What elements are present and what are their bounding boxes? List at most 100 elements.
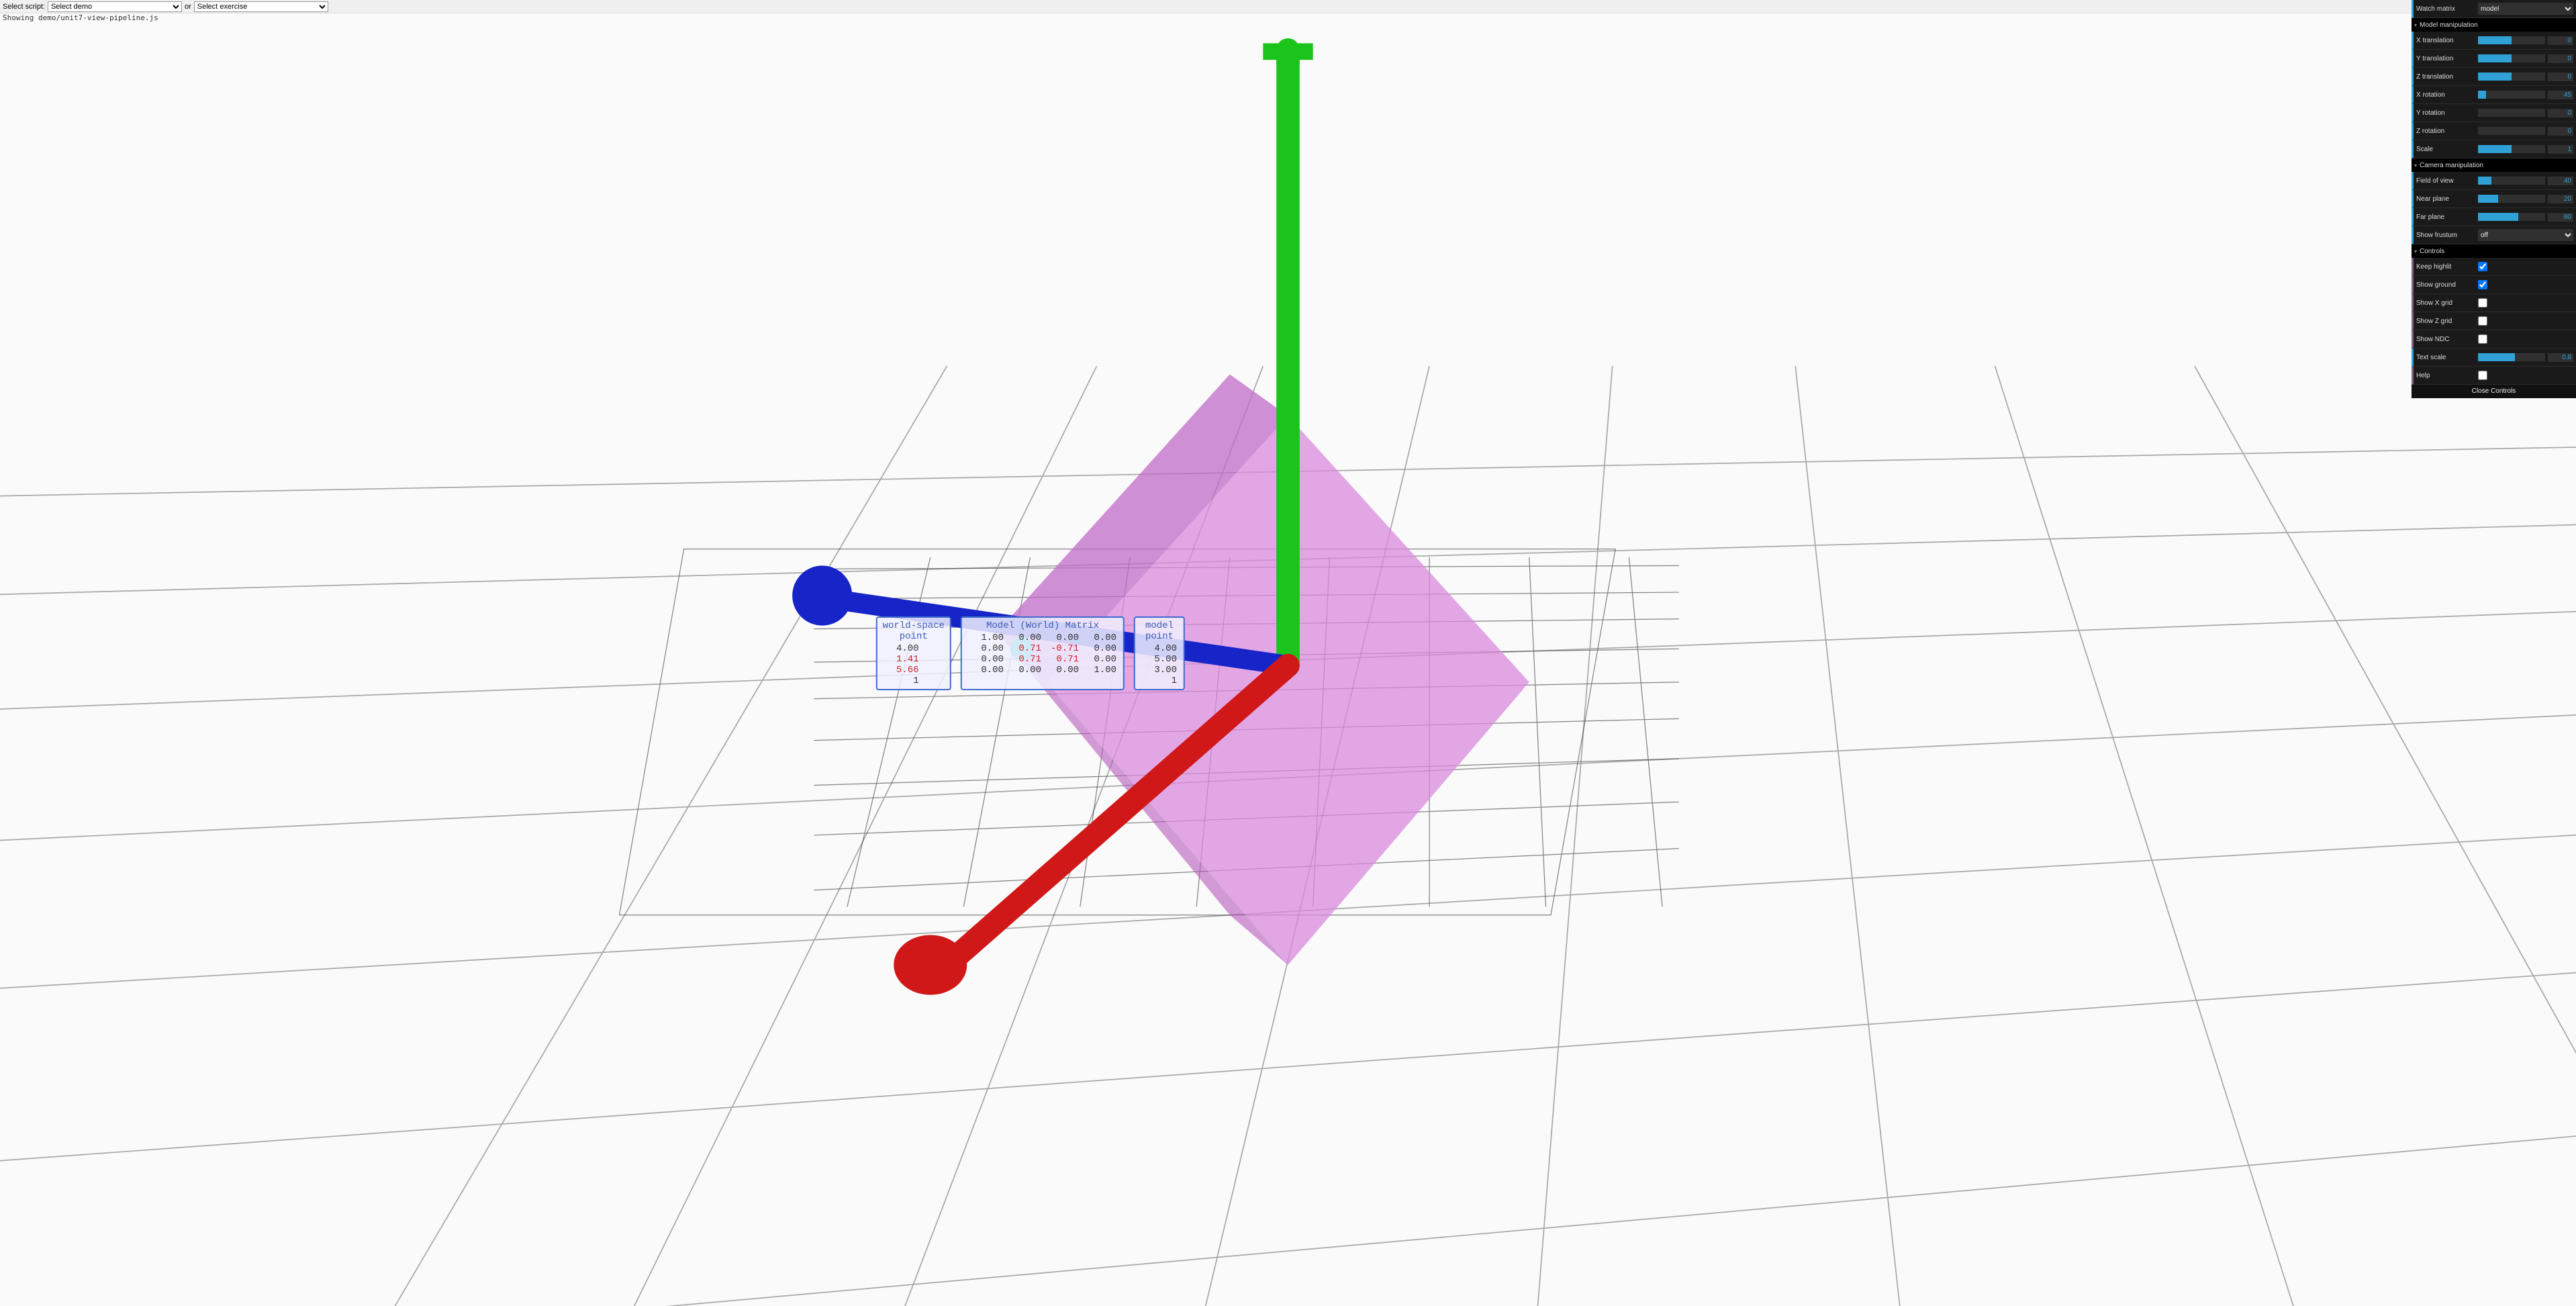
folder-model-manipulation[interactable]: Model manipulation [2412, 18, 2576, 32]
select-exercise-dropdown[interactable]: Select exercise [194, 1, 328, 12]
close-controls-button[interactable]: Close Controls [2412, 385, 2576, 398]
scale-value[interactable] [2548, 145, 2573, 154]
show_z_grid-checkbox[interactable] [2478, 316, 2487, 326]
show_ground-label: Show ground [2416, 281, 2478, 289]
showing-path: Showing demo/unit7-view-pipeline.js [3, 13, 158, 22]
show_ndc-checkbox[interactable] [2478, 334, 2487, 344]
fov-label: Field of view [2416, 177, 2478, 185]
x_translation-slider[interactable] [2478, 36, 2545, 44]
help-row: Help [2412, 367, 2576, 385]
near-row: Near plane [2412, 190, 2576, 208]
show-frustum-label: Show frustum [2416, 232, 2478, 239]
y_rotation-value[interactable] [2548, 109, 2573, 118]
y_translation-slider[interactable] [2478, 54, 2545, 62]
x_rotation-slider[interactable] [2478, 91, 2545, 99]
matrix-row: 5.00 [1141, 654, 1178, 665]
far-label: Far plane [2416, 214, 2478, 221]
keep_highlit-checkbox[interactable] [2478, 262, 2487, 271]
show_ground-checkbox[interactable] [2478, 280, 2487, 289]
fov-slider[interactable] [2478, 177, 2545, 185]
y_translation-value[interactable] [2548, 54, 2573, 63]
matrix-cell: 0.00 [1080, 654, 1118, 665]
watch-matrix-row: Watch matrix model [2412, 0, 2576, 18]
matrix-cell: 4.00 [883, 643, 920, 654]
matrix-cell: 0.00 [1005, 665, 1043, 675]
matrix-cell: 0.00 [1043, 633, 1080, 643]
watch-matrix-select[interactable]: model [2478, 3, 2573, 15]
matrix-row: 1 [883, 675, 945, 686]
matrix-panel-title: model point [1141, 620, 1178, 642]
z_translation-slider[interactable] [2478, 73, 2545, 81]
show-frustum-row: Show frustumoff [2412, 226, 2576, 244]
folder-controls[interactable]: Controls [2412, 244, 2576, 258]
matrix-cell: 0.00 [967, 665, 1005, 675]
y_translation-row: Y translation [2412, 50, 2576, 68]
topbar: Select script: Select demo or Select exe… [0, 0, 2576, 13]
show_x_grid-checkbox[interactable] [2478, 298, 2487, 308]
z_translation-value[interactable] [2548, 73, 2573, 81]
matrix-cell: 4.00 [1141, 643, 1178, 654]
matrix-overlay: world-space point4.001.415.661Model (Wor… [876, 616, 1185, 690]
z_rotation-slider[interactable] [2478, 127, 2545, 135]
z_translation-row: Z translation [2412, 68, 2576, 86]
matrix-row: 0.000.71-0.710.00 [967, 643, 1118, 654]
z_rotation-row: Z rotation [2412, 122, 2576, 140]
show_x_grid-label: Show X grid [2416, 299, 2478, 307]
matrix-cell: 1.00 [967, 633, 1005, 643]
z_rotation-value[interactable] [2548, 127, 2573, 136]
x_rotation-value[interactable] [2548, 91, 2573, 99]
keep_highlit-label: Keep highlit [2416, 263, 2478, 271]
x_translation-label: X translation [2416, 37, 2478, 44]
z_translation-label: Z translation [2416, 73, 2478, 81]
matrix-row: 1.000.000.000.00 [967, 633, 1118, 643]
matrix-row: 4.00 [883, 643, 945, 654]
text_scale-value[interactable] [2548, 353, 2573, 362]
show_ndc-row: Show NDC [2412, 330, 2576, 348]
scale-row: Scale [2412, 140, 2576, 158]
matrix-cell: 1 [1141, 675, 1178, 686]
viewport-3d[interactable] [0, 0, 2576, 1306]
show-frustum-select[interactable]: off [2478, 229, 2573, 241]
matrix-cell: 0.00 [1043, 665, 1080, 675]
matrix-cell: 3.00 [1141, 665, 1178, 675]
show_x_grid-row: Show X grid [2412, 294, 2576, 312]
matrix-cell: 1.00 [1080, 665, 1118, 675]
help-checkbox[interactable] [2478, 371, 2487, 380]
y_rotation-label: Y rotation [2416, 109, 2478, 117]
matrix-panel: Model (World) Matrix1.000.000.000.000.00… [961, 616, 1125, 690]
or-label: or [185, 3, 191, 11]
matrix-row: 1 [1141, 675, 1178, 686]
matrix-panel: model point4.005.003.001 [1134, 616, 1185, 690]
near-label: Near plane [2416, 195, 2478, 203]
matrix-cell: 5.00 [1141, 654, 1178, 665]
text_scale-slider[interactable] [2478, 353, 2545, 361]
text_scale-row: Text scale [2412, 348, 2576, 367]
matrix-row: 5.66 [883, 665, 945, 675]
near-slider[interactable] [2478, 195, 2545, 203]
fov-value[interactable] [2548, 177, 2573, 185]
matrix-cell: 0.00 [1080, 643, 1118, 654]
x_rotation-row: X rotation [2412, 86, 2576, 104]
matrix-cell: 1.41 [883, 654, 920, 665]
matrix-cell: 0.00 [967, 643, 1005, 654]
far-value[interactable] [2548, 213, 2573, 222]
y_translation-label: Y translation [2416, 55, 2478, 62]
matrix-cell: 0.00 [1080, 633, 1118, 643]
select-script-label: Select script: [3, 3, 45, 11]
controls-panel: Watch matrix model Model manipulation X … [2412, 0, 2576, 398]
matrix-panel-title: world-space point [883, 620, 945, 642]
select-demo-dropdown[interactable]: Select demo [48, 1, 182, 12]
near-value[interactable] [2548, 195, 2573, 203]
matrix-cell: 1 [883, 675, 920, 686]
y_rotation-slider[interactable] [2478, 109, 2545, 117]
y_rotation-row: Y rotation [2412, 104, 2576, 122]
matrix-panel-title: Model (World) Matrix [967, 620, 1118, 631]
x_rotation-label: X rotation [2416, 91, 2478, 99]
x_translation-value[interactable] [2548, 36, 2573, 45]
matrix-cell: 0.71 [1005, 654, 1043, 665]
far-slider[interactable] [2478, 213, 2545, 221]
folder-camera-manipulation[interactable]: Camera manipulation [2412, 158, 2576, 172]
scale-label: Scale [2416, 146, 2478, 153]
matrix-cell: 5.66 [883, 665, 920, 675]
scale-slider[interactable] [2478, 145, 2545, 153]
